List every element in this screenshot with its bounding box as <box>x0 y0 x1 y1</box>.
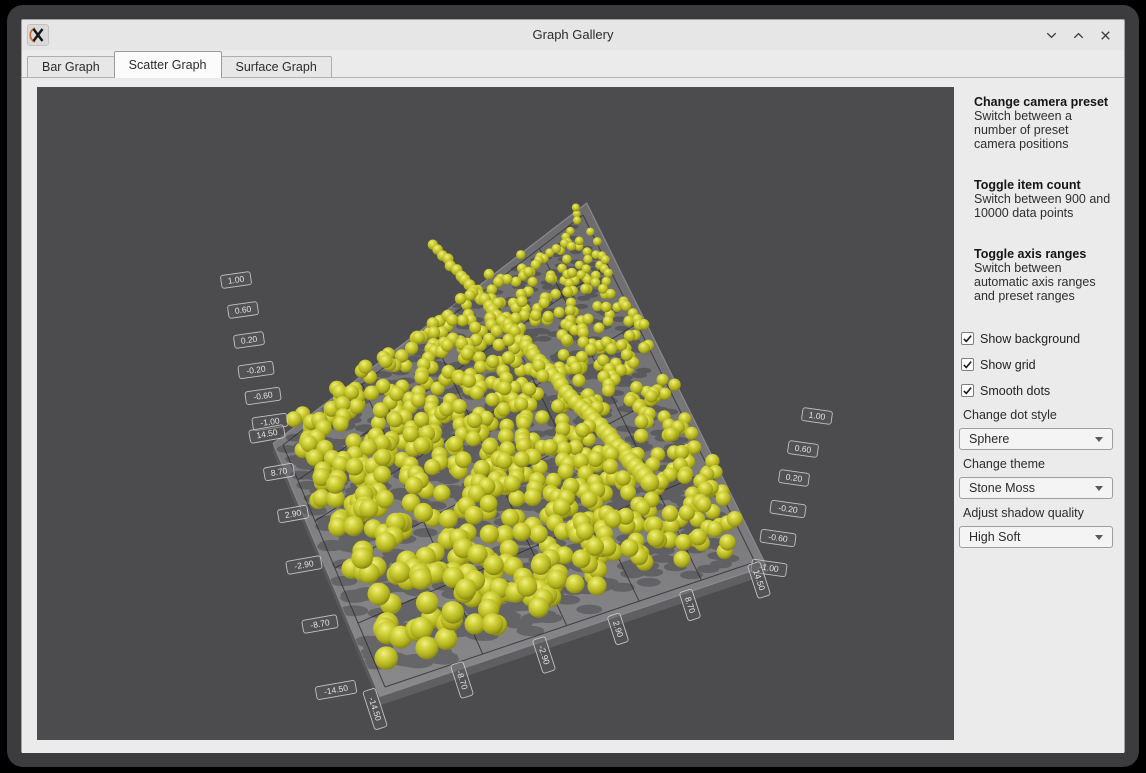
action-description: Switch between 900 and 10000 data points <box>974 192 1111 220</box>
checkmark-icon <box>963 387 972 395</box>
scatter-tab-page: 1.00 0.60 0.20 -0.20 -0.60 -1.00 14.50 8.70 2.90… <box>22 78 1124 753</box>
shadow-quality-label: Adjust shadow quality <box>963 506 1084 520</box>
axis-tick-label: -0.60 <box>244 387 282 405</box>
tab-bar-graph[interactable]: Bar Graph <box>27 56 115 77</box>
app-window: Graph Gallery Bar Graph Scatter Graph Su… <box>21 19 1125 753</box>
window-frame: Graph Gallery Bar Graph Scatter Graph Su… <box>7 5 1139 767</box>
tab-scatter-graph[interactable]: Scatter Graph <box>113 51 222 78</box>
toggle-item-count-button[interactable]: Toggle item count Switch between 900 and… <box>974 178 1113 220</box>
dropdown-arrow-icon <box>1095 486 1103 491</box>
change-camera-preset-button[interactable]: Change camera preset Switch between a nu… <box>974 95 1113 151</box>
axis-tick-label: -14.50 <box>315 680 357 700</box>
action-title: Toggle item count <box>974 178 1081 192</box>
show-background-checkbox[interactable]: Show background <box>961 330 1113 347</box>
theme-label: Change theme <box>963 457 1046 471</box>
checkbox-box[interactable] <box>961 384 974 397</box>
axis-tick-label: 0.20 <box>778 469 810 487</box>
show-grid-checkbox[interactable]: Show grid <box>961 356 1113 373</box>
select-value: Stone Moss <box>969 481 1036 495</box>
select-value: Sphere <box>969 432 1010 446</box>
checkbox-group: Show background Show grid Smooth dots <box>959 330 1113 399</box>
axis-tick-label: 1.00 <box>220 271 252 289</box>
chevron-down-icon <box>1046 32 1057 39</box>
title-bar[interactable]: Graph Gallery <box>22 20 1124 50</box>
action-description: Switch between a number of preset camera… <box>974 109 1072 151</box>
dot-style-label: Change dot style <box>963 408 1057 422</box>
theme-select[interactable]: Stone Moss <box>959 477 1113 499</box>
axis-tick-label: 0.60 <box>787 440 819 458</box>
checkbox-box[interactable] <box>961 332 974 345</box>
dropdown-arrow-icon <box>1095 437 1103 442</box>
control-panel: Change camera preset Switch between a nu… <box>959 95 1113 548</box>
smooth-dots-checkbox[interactable]: Smooth dots <box>961 382 1113 399</box>
axis-tick-label: -8.70 <box>301 614 339 634</box>
chevron-up-icon <box>1073 32 1084 39</box>
axis-tick-label: -0.20 <box>237 361 275 379</box>
maximize-button[interactable] <box>1070 27 1087 44</box>
checkbox-box[interactable] <box>961 358 974 371</box>
select-value: High Soft <box>969 530 1021 544</box>
dot-style-select[interactable]: Sphere <box>959 428 1113 450</box>
axis-tick-label: 1.00 <box>801 407 833 425</box>
action-description: Switch between automatic axis ranges and… <box>974 261 1096 303</box>
checkbox-label: Show background <box>980 331 1081 346</box>
close-button[interactable] <box>1097 27 1114 44</box>
checkmark-icon <box>963 335 972 343</box>
axis-tick-label: -0.20 <box>769 500 807 518</box>
action-title: Change camera preset <box>974 95 1109 109</box>
action-title: Toggle axis ranges <box>974 247 1087 261</box>
axis-tick-label: -0.60 <box>759 529 797 547</box>
dropdown-arrow-icon <box>1095 535 1103 540</box>
window-controls <box>1043 27 1114 44</box>
scatter-3d-view[interactable]: 1.00 0.60 0.20 -0.20 -0.60 -1.00 14.50 8.70 2.90… <box>37 87 954 740</box>
shadow-quality-select[interactable]: High Soft <box>959 526 1113 548</box>
axis-tick-label: 0.20 <box>233 331 265 349</box>
checkbox-label: Show grid <box>980 357 1036 372</box>
axis-tick-label: -2.90 <box>285 555 323 575</box>
close-icon <box>1101 31 1110 40</box>
minimize-button[interactable] <box>1043 27 1060 44</box>
checkmark-icon <box>963 361 972 369</box>
scatter-3d-canvas[interactable]: 1.000.600.20-0.20-0.60-1.0014.508.702.90… <box>37 87 954 740</box>
checkbox-label: Smooth dots <box>980 383 1051 398</box>
tab-surface-graph[interactable]: Surface Graph <box>220 56 332 77</box>
tab-bar: Bar Graph Scatter Graph Surface Graph <box>22 50 1124 78</box>
axis-tick-label: 0.60 <box>227 301 259 319</box>
toggle-axis-ranges-button[interactable]: Toggle axis ranges Switch between automa… <box>974 247 1113 303</box>
window-title: Graph Gallery <box>532 27 614 42</box>
